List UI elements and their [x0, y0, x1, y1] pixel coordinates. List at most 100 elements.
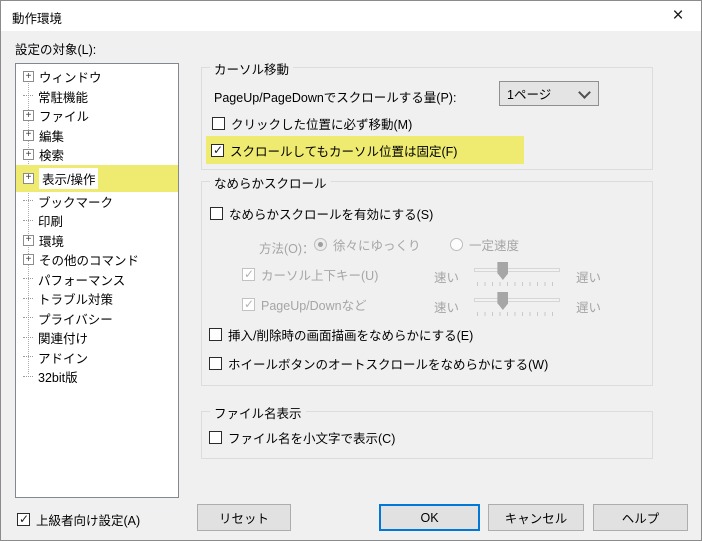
scroll-amount-value: 1ページ: [507, 88, 552, 102]
slider-ticks: [477, 282, 557, 286]
tree-connector: [23, 375, 33, 378]
group-filename-title: ファイル名表示: [210, 403, 306, 422]
tree-item[interactable]: 32bit版: [16, 367, 178, 387]
group-smooth-title: なめらかスクロール: [210, 173, 331, 192]
tree-item-label: 検索: [39, 149, 65, 164]
click-move-row: クリックした位置に必ず移動(M): [212, 114, 412, 133]
tree-item-label: パフォーマンス: [38, 273, 126, 288]
tree-item-label: その他のコマンド: [39, 254, 140, 269]
titlebar: 動作環境 ×: [1, 1, 701, 31]
click-move-checkbox[interactable]: [212, 117, 225, 130]
tree-connector: [23, 336, 33, 339]
slider-ticks: [477, 312, 557, 316]
group-smooth-scroll: なめらかスクロール なめらかスクロールを有効にする(S) 方法(O)： 徐々にゆ…: [201, 173, 653, 386]
cursor-keys-checkbox: [242, 268, 255, 281]
slider-track: [474, 268, 560, 272]
tree-item-label: 表示/操作: [39, 167, 99, 189]
tree-item[interactable]: トラブル対策: [16, 289, 178, 309]
tree-connector: [23, 297, 33, 300]
cursor-keys-label: カーソル上下キー(U): [261, 269, 379, 283]
click-move-label: クリックした位置に必ず移動(M): [231, 118, 413, 132]
expand-plus-icon[interactable]: +: [23, 234, 34, 246]
tree-item[interactable]: + 表示/操作: [16, 164, 178, 192]
tree-item[interactable]: 関連付け: [16, 328, 178, 348]
settings-target-label: 設定の対象(L):: [15, 43, 97, 57]
advanced-settings-row: 上級者向け設定(A): [17, 510, 140, 529]
tree-item[interactable]: ブックマーク: [16, 192, 178, 212]
tree-item-label: 環境: [39, 234, 65, 249]
scroll-amount-label: PageUp/PageDownでスクロールする量(P):: [214, 91, 457, 105]
expand-plus-icon[interactable]: +: [23, 254, 34, 266]
smooth-enable-label: なめらかスクロールを有効にする(S): [229, 208, 434, 222]
dialog-window: 動作環境 × 設定の対象(L): + ウィンドウ 常駐機能 + ファイル + 編集 + 検索 + 表…: [0, 0, 702, 541]
scroll-fixed-checkbox[interactable]: [211, 143, 224, 157]
tree-connector: [23, 317, 33, 319]
tree-connector: [23, 95, 33, 97]
close-icon[interactable]: ×: [655, 1, 701, 31]
group-cursor-title: カーソル移動: [210, 59, 294, 78]
method-constant-radio: [450, 238, 463, 251]
reset-button[interactable]: リセット: [197, 504, 291, 531]
method-gradual-label: 徐々にゆっくり: [333, 239, 421, 253]
wheel-autoscroll-row: ホイールボタンのオートスクロールをなめらかにする(W): [209, 354, 548, 373]
tree-item[interactable]: 常駐機能: [16, 87, 178, 107]
lowercase-filename-checkbox[interactable]: [209, 431, 222, 444]
cursor-keys-slow-label: 遅い: [576, 271, 602, 285]
window-title: 動作環境: [12, 12, 63, 26]
pageupdown-slow-label: 遅い: [576, 301, 602, 315]
cursor-keys-row: カーソル上下キー(U): [242, 265, 378, 284]
pageupdown-label: PageUp/Downなど: [261, 299, 367, 313]
slider-track: [474, 298, 560, 302]
lowercase-filename-row: ファイル名を小文字で表示(C): [209, 428, 395, 447]
cursor-keys-fast-label: 速い: [434, 271, 460, 285]
ok-button[interactable]: OK: [379, 504, 480, 531]
tree-item[interactable]: + 環境: [16, 231, 178, 251]
pageupdown-checkbox: [242, 298, 255, 311]
slider-thumb: [497, 292, 509, 310]
tree-connector: [23, 200, 33, 202]
tree-item[interactable]: + その他のコマンド: [16, 250, 178, 270]
pageupdown-fast-label: 速い: [434, 301, 460, 315]
tree-item-label: 印刷: [38, 215, 64, 230]
insert-delete-row: 挿入/削除時の画面描画をなめらかにする(E): [209, 325, 473, 344]
tree-item[interactable]: パフォーマンス: [16, 270, 178, 290]
advanced-settings-label: 上級者向け設定(A): [36, 514, 141, 528]
expand-plus-icon[interactable]: +: [23, 149, 34, 161]
method-constant-label: 一定速度: [469, 239, 520, 253]
method-constant-row: 一定速度: [450, 235, 519, 254]
pageupdown-row: PageUp/Downなど: [242, 295, 367, 314]
tree-item[interactable]: + ウィンドウ: [16, 67, 178, 87]
chevron-down-icon: [578, 85, 591, 99]
settings-tree: + ウィンドウ 常駐機能 + ファイル + 編集 + 検索 + 表示/操作 ブックマーク 印刷 + 環境 + そ…: [15, 63, 179, 498]
method-gradual-radio: [314, 238, 327, 251]
advanced-settings-checkbox[interactable]: [17, 513, 30, 526]
tree-item[interactable]: 印刷: [16, 211, 178, 231]
wheel-autoscroll-checkbox[interactable]: [209, 357, 222, 370]
slider-thumb: [497, 262, 509, 280]
lowercase-filename-label: ファイル名を小文字で表示(C): [228, 432, 396, 446]
tree-item-label: 関連付け: [38, 332, 89, 347]
tree-item-label: トラブル対策: [38, 293, 114, 308]
tree-item-label: アドイン: [38, 351, 89, 366]
tree-connector: [23, 278, 33, 280]
tree-item[interactable]: アドイン: [16, 348, 178, 368]
tree-item[interactable]: + 検索: [16, 145, 178, 165]
tree-item-label: プライバシー: [38, 312, 113, 327]
cancel-button[interactable]: キャンセル: [488, 504, 584, 531]
tree-item-label: 32bit版: [38, 371, 78, 386]
expand-plus-icon[interactable]: +: [23, 110, 34, 122]
tree-item[interactable]: + ファイル: [16, 106, 178, 126]
expand-plus-icon[interactable]: +: [23, 172, 34, 184]
smooth-enable-checkbox[interactable]: [210, 207, 223, 220]
scroll-amount-dropdown[interactable]: 1ページ: [499, 81, 599, 106]
tree-item[interactable]: + 編集: [16, 126, 178, 146]
insert-delete-checkbox[interactable]: [209, 328, 222, 341]
tree-item-label: ブックマーク: [38, 195, 114, 210]
tree-item[interactable]: プライバシー: [16, 309, 178, 329]
help-button[interactable]: ヘルプ: [593, 504, 688, 531]
scroll-fixed-row-highlight: スクロールしてもカーソル位置は固定(F): [206, 136, 524, 164]
insert-delete-label: 挿入/削除時の画面描画をなめらかにする(E): [228, 329, 474, 343]
expand-plus-icon[interactable]: +: [23, 129, 34, 141]
group-cursor-movement: カーソル移動 PageUp/PageDownでスクロールする量(P): 1ページ…: [201, 59, 653, 170]
expand-plus-icon[interactable]: +: [23, 71, 34, 83]
